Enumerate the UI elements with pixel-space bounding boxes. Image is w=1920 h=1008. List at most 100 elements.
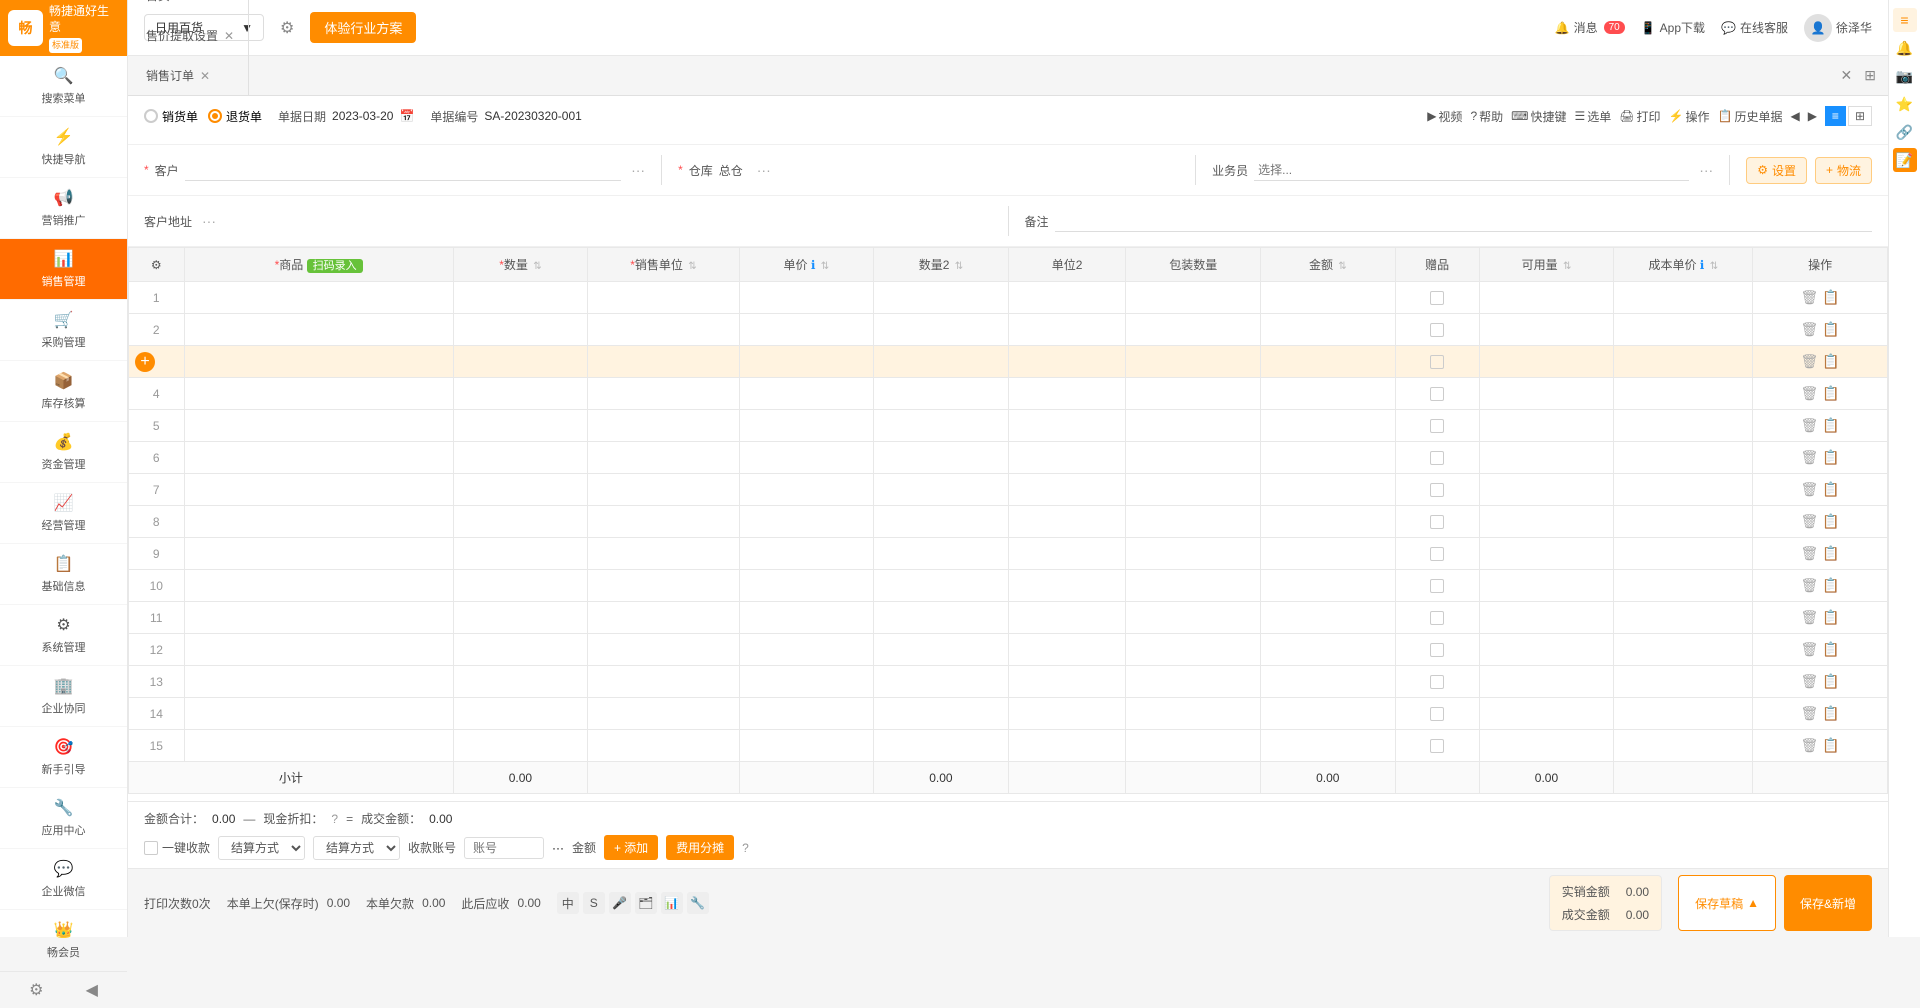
product-input-5[interactable] [191, 419, 447, 433]
settings-btn[interactable]: ⚙ 设置 [1746, 157, 1807, 184]
sales-delivery-radio[interactable]: 销货单 [144, 108, 198, 125]
unit2-cell[interactable] [1008, 698, 1126, 730]
available-cell[interactable] [1479, 378, 1614, 410]
price-cell[interactable] [739, 410, 874, 442]
available-cell[interactable] [1479, 538, 1614, 570]
price-cell[interactable] [739, 666, 874, 698]
unit-cell[interactable] [588, 634, 739, 666]
product-input-9[interactable] [191, 547, 447, 561]
right-panel-icon-5[interactable]: 🔗 [1893, 120, 1917, 144]
copy-row-icon-3[interactable]: 📋 [1822, 353, 1839, 370]
package-cell[interactable] [1126, 602, 1261, 634]
payment-checkbox[interactable] [144, 841, 158, 855]
gift-checkbox-8[interactable] [1430, 515, 1444, 529]
gift-cell[interactable] [1395, 666, 1479, 698]
gift-checkbox-15[interactable] [1430, 739, 1444, 753]
gift-cell[interactable] [1395, 538, 1479, 570]
amount-cell[interactable] [1261, 314, 1396, 346]
product-input-6[interactable] [191, 451, 447, 465]
amount-cell[interactable] [1261, 602, 1396, 634]
sidebar-item-guide[interactable]: 🎯新手引导 [0, 727, 127, 788]
quantity2-cell[interactable] [874, 570, 1009, 602]
delete-row-icon-4[interactable]: 🗑 [1801, 385, 1819, 402]
collapse-icon[interactable]: ◀ [86, 980, 98, 1000]
copy-row-icon-11[interactable]: 📋 [1822, 609, 1839, 626]
product-cell[interactable] [184, 378, 453, 410]
available-cell[interactable] [1479, 602, 1614, 634]
unit2-cell[interactable] [1008, 314, 1126, 346]
quantity-cell[interactable] [453, 282, 588, 314]
user-item[interactable]: 👤 徐泽华 [1804, 14, 1872, 42]
available-cell[interactable] [1479, 634, 1614, 666]
gift-cell[interactable] [1395, 378, 1479, 410]
copy-row-icon-1[interactable]: 📋 [1822, 289, 1839, 306]
cost-cell[interactable] [1614, 346, 1753, 378]
staff-input[interactable] [1254, 160, 1689, 181]
quantity-sort-icon[interactable]: ⇅ [533, 261, 541, 272]
product-cell[interactable] [184, 474, 453, 506]
unit2-cell[interactable] [1008, 378, 1126, 410]
quantity-cell[interactable] [453, 634, 588, 666]
gift-checkbox-5[interactable] [1430, 419, 1444, 433]
available-cell[interactable] [1479, 410, 1614, 442]
cost-cell[interactable] [1614, 474, 1753, 506]
gift-checkbox-14[interactable] [1430, 707, 1444, 721]
delete-row-icon-10[interactable]: 🗑 [1801, 577, 1819, 594]
available-cell[interactable] [1479, 730, 1614, 762]
toolbar-icon-1[interactable]: 中 [557, 892, 579, 914]
unit2-cell[interactable] [1008, 346, 1126, 378]
product-cell[interactable] [184, 346, 453, 378]
gift-checkbox-13[interactable] [1430, 675, 1444, 689]
amount-cell[interactable] [1261, 282, 1396, 314]
sidebar-item-sales[interactable]: 📊销售管理 [0, 239, 127, 300]
available-cell[interactable] [1479, 506, 1614, 538]
gift-checkbox-6[interactable] [1430, 451, 1444, 465]
cost-cell[interactable] [1614, 410, 1753, 442]
package-cell[interactable] [1126, 378, 1261, 410]
product-input-10[interactable] [191, 579, 447, 593]
settlement-select[interactable]: 结算方式 [218, 836, 305, 860]
unit-cell[interactable] [588, 474, 739, 506]
sidebar-item-purchase[interactable]: 🛒采购管理 [0, 300, 127, 361]
price-cell[interactable] [739, 570, 874, 602]
history-action[interactable]: 📋 历史单据 [1717, 108, 1782, 125]
gift-cell[interactable] [1395, 506, 1479, 538]
amount-cell[interactable] [1261, 730, 1396, 762]
quantity-cell[interactable] [453, 730, 588, 762]
available-cell[interactable] [1479, 346, 1614, 378]
amount-cell[interactable] [1261, 570, 1396, 602]
cost-cell[interactable] [1614, 282, 1753, 314]
add-row-button[interactable]: + [135, 352, 155, 372]
cost-sort-icon[interactable]: ⇅ [1710, 261, 1718, 272]
product-cell[interactable] [184, 410, 453, 442]
app-download-item[interactable]: 📱 App下载 [1641, 19, 1705, 36]
quantity2-cell[interactable] [874, 538, 1009, 570]
product-cell[interactable] [184, 634, 453, 666]
notification-item[interactable]: 🔔 消息 70 [1555, 19, 1625, 36]
unit-cell[interactable] [588, 602, 739, 634]
save-new-button[interactable]: 保存&新增 [1784, 875, 1872, 931]
product-input-8[interactable] [191, 515, 447, 529]
unit2-cell[interactable] [1008, 666, 1126, 698]
quantity2-cell[interactable] [874, 506, 1009, 538]
available-cell[interactable] [1479, 698, 1614, 730]
th-gear[interactable]: ⚙ [129, 248, 185, 282]
quantity2-cell[interactable] [874, 474, 1009, 506]
unit-cell[interactable] [588, 698, 739, 730]
quantity-cell[interactable] [453, 698, 588, 730]
quantity2-cell[interactable] [874, 602, 1009, 634]
tab-sales-order[interactable]: 销售订单✕ [132, 56, 249, 96]
tab-home[interactable]: 首页 [132, 0, 249, 16]
expense-help-icon[interactable]: ? [742, 841, 749, 855]
right-panel-icon-3[interactable]: 📷 [1893, 64, 1917, 88]
gift-cell[interactable] [1395, 346, 1479, 378]
gift-checkbox-12[interactable] [1430, 643, 1444, 657]
gift-checkbox-7[interactable] [1430, 483, 1444, 497]
quantity2-cell[interactable] [874, 314, 1009, 346]
package-cell[interactable] [1126, 570, 1261, 602]
available-cell[interactable] [1479, 314, 1614, 346]
product-input-15[interactable] [191, 739, 447, 753]
package-cell[interactable] [1126, 730, 1261, 762]
quantity2-cell[interactable] [874, 282, 1009, 314]
amount-cell[interactable] [1261, 538, 1396, 570]
